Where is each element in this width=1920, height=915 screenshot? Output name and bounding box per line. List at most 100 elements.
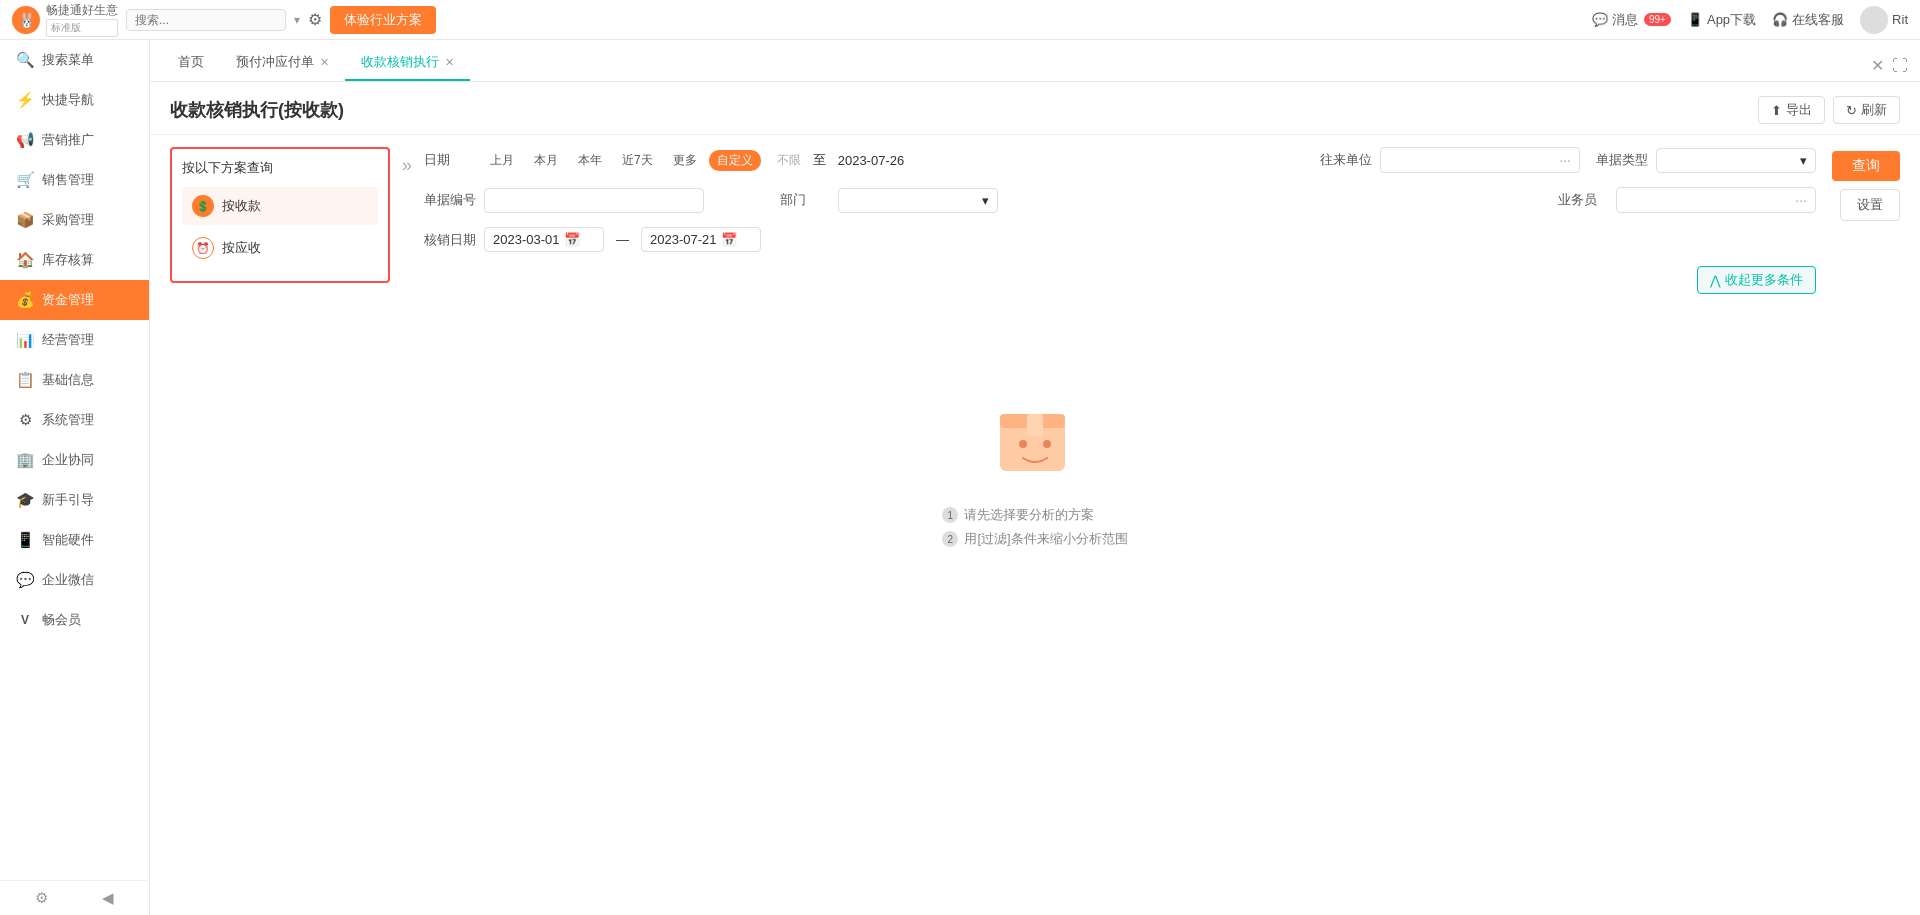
tab-expand-icon[interactable]: ⛶ xyxy=(1892,57,1908,75)
setting-button[interactable]: 设置 xyxy=(1840,189,1900,221)
sidebar-settings-icon[interactable]: ⚙ xyxy=(35,889,48,907)
settings-icon[interactable]: ⚙ xyxy=(308,10,322,29)
message-item[interactable]: 💬 消息 99+ xyxy=(1592,11,1671,29)
online-service-item[interactable]: 🎧 在线客服 xyxy=(1772,11,1844,29)
empty-state: 1 请先选择要分析的方案 2 用[过滤]条件来缩小分析范围 xyxy=(150,306,1920,634)
doc-number-field: 单据编号 xyxy=(424,188,704,213)
sidebar-item-hardware[interactable]: 📱 智能硬件 xyxy=(0,520,149,560)
refresh-icon: ↻ xyxy=(1846,103,1857,118)
partner-input[interactable]: ··· xyxy=(1380,147,1580,173)
sidebar-label: 搜索菜单 xyxy=(42,51,94,69)
search-input[interactable] xyxy=(126,9,286,31)
collapse-panel-btn[interactable]: » xyxy=(402,147,412,294)
hint-text-2: 用[过滤]条件来缩小分析范围 xyxy=(964,530,1127,548)
collapse-left-icon[interactable]: » xyxy=(402,155,412,175)
sidebar-item-member[interactable]: V 畅会员 xyxy=(0,600,149,640)
empty-illustration xyxy=(985,386,1085,486)
sidebar-item-quick-nav[interactable]: ⚡ 快捷导航 xyxy=(0,80,149,120)
tab-home[interactable]: 首页 xyxy=(162,45,220,81)
salesperson-dots-icon[interactable]: ··· xyxy=(1795,192,1807,208)
enterprise-icon: 🏢 xyxy=(16,451,34,469)
sidebar-item-sales[interactable]: 🛒 销售管理 xyxy=(0,160,149,200)
finance-icon: 💰 xyxy=(16,291,34,309)
hint-text-1: 请先选择要分析的方案 xyxy=(964,506,1094,524)
sidebar-collapse-icon[interactable]: ◀ xyxy=(102,889,114,907)
inventory-icon: 🏠 xyxy=(16,251,34,269)
dropdown-chevron-icon: ▾ xyxy=(1800,153,1807,168)
partner-dots-icon[interactable]: ··· xyxy=(1559,152,1571,168)
sidebar-item-system[interactable]: ⚙ 系统管理 xyxy=(0,400,149,440)
page-title: 收款核销执行(按收款) xyxy=(170,98,344,122)
tab-collection[interactable]: 收款核销执行 ✕ xyxy=(345,45,470,81)
writeoff-start-input[interactable]: 2023-03-01 📅 xyxy=(484,227,604,252)
date-this-year-btn[interactable]: 本年 xyxy=(570,150,610,171)
doc-number-label: 单据编号 xyxy=(424,191,476,209)
tab-collection-label: 收款核销执行 xyxy=(361,53,439,71)
logo-icon: 🐰 xyxy=(12,6,40,34)
doc-number-input[interactable] xyxy=(484,188,704,213)
tab-close-icon[interactable]: ✕ xyxy=(1871,56,1884,75)
system-icon: ⚙ xyxy=(16,411,34,429)
receipt-icon: 💲 xyxy=(192,195,214,217)
date-more-btn[interactable]: 更多 xyxy=(665,150,705,171)
date-buttons: 上月 本月 本年 近7天 更多 自定义 xyxy=(482,150,761,171)
writeoff-end-input[interactable]: 2023-07-21 📅 xyxy=(641,227,761,252)
industry-btn[interactable]: 体验行业方案 xyxy=(330,6,436,34)
dept-select[interactable]: ▾ xyxy=(838,188,998,213)
date-this-month-btn[interactable]: 本月 xyxy=(526,150,566,171)
writeoff-date-dash: — xyxy=(616,232,629,247)
doc-type-field: 单据类型 ▾ xyxy=(1596,148,1816,173)
tab-actions: ✕ ⛶ xyxy=(1871,56,1908,81)
sidebar-item-purchase[interactable]: 📦 采购管理 xyxy=(0,200,149,240)
export-icon: ⬆ xyxy=(1771,103,1782,118)
writeoff-date-field: 核销日期 2023-03-01 📅 — 2023-07-21 xyxy=(424,227,761,252)
tab-prepay-close-icon[interactable]: ✕ xyxy=(320,56,329,69)
date-7days-btn[interactable]: 近7天 xyxy=(614,150,661,171)
tab-prepay-label: 预付冲应付单 xyxy=(236,53,314,71)
purchase-icon: 📦 xyxy=(16,211,34,229)
page-inner: 收款核销执行(按收款) ⬆ 导出 ↻ 刷新 xyxy=(150,82,1920,915)
date-last-month-btn[interactable]: 上月 xyxy=(482,150,522,171)
calendar-end-icon[interactable]: 📅 xyxy=(721,232,737,247)
collapse-more-btn[interactable]: ⋀ 收起更多条件 xyxy=(1697,266,1816,294)
doc-type-select[interactable]: ▾ xyxy=(1656,148,1816,173)
tab-prepay[interactable]: 预付冲应付单 ✕ xyxy=(220,45,345,81)
date-custom-btn[interactable]: 自定义 xyxy=(709,150,761,171)
filter-row-2: 单据编号 部门 ▾ xyxy=(424,187,1816,213)
guide-icon: 🎓 xyxy=(16,491,34,509)
sidebar-item-guide[interactable]: 🎓 新手引导 xyxy=(0,480,149,520)
user-item[interactable]: Rit xyxy=(1860,6,1908,34)
sidebar-label: 企业协同 xyxy=(42,451,94,469)
sidebar-item-basic-info[interactable]: 📋 基础信息 xyxy=(0,360,149,400)
sidebar-item-marketing[interactable]: 📢 营销推广 xyxy=(0,120,149,160)
search-icon: 🔍 xyxy=(16,51,34,69)
svg-rect-4 xyxy=(1027,414,1043,436)
filter-option-by-receipt[interactable]: 💲 按收款 xyxy=(182,187,378,225)
sidebar-item-wechat[interactable]: 💬 企业微信 xyxy=(0,560,149,600)
sidebar-item-finance[interactable]: 💰 资金管理 xyxy=(0,280,149,320)
sidebar-item-search-menu[interactable]: 🔍 搜索菜单 xyxy=(0,40,149,80)
salesperson-input[interactable]: ··· xyxy=(1616,187,1816,213)
tabs: 首页 预付冲应付单 ✕ 收款核销执行 ✕ xyxy=(162,45,470,81)
dropdown-arrow-icon[interactable]: ▾ xyxy=(294,13,300,27)
receivable-icon: ⏰ xyxy=(192,237,214,259)
refresh-button[interactable]: ↻ 刷新 xyxy=(1833,96,1900,124)
app-download-item[interactable]: 📱 App下载 xyxy=(1687,11,1756,29)
collapse-row: ⋀ 收起更多条件 xyxy=(424,266,1816,294)
query-buttons: 查询 设置 xyxy=(1832,147,1900,221)
tab-collection-close-icon[interactable]: ✕ xyxy=(445,56,454,69)
filter-option-receivable-label: 按应收 xyxy=(222,239,261,257)
query-button[interactable]: 查询 xyxy=(1832,151,1900,181)
sidebar-item-inventory[interactable]: 🏠 库存核算 xyxy=(0,240,149,280)
filter-panel-title: 按以下方案查询 xyxy=(182,159,378,177)
empty-hints: 1 请先选择要分析的方案 2 用[过滤]条件来缩小分析范围 xyxy=(942,506,1127,554)
sidebar-item-enterprise[interactable]: 🏢 企业协同 xyxy=(0,440,149,480)
sidebar-item-operations[interactable]: 📊 经营管理 xyxy=(0,320,149,360)
tab-bar: 首页 预付冲应付单 ✕ 收款核销执行 ✕ ✕ ⛶ xyxy=(150,40,1920,82)
calendar-start-icon[interactable]: 📅 xyxy=(564,232,580,247)
topbar: 🐰 畅捷通好生意 标准版 ▾ ⚙ 体验行业方案 💬 消息 99+ 📱 App下载… xyxy=(0,0,1920,40)
filter-option-by-receivable[interactable]: ⏰ 按应收 xyxy=(182,229,378,267)
filter-row-1: 日期 上月 本月 本年 近7天 更多 自定义 xyxy=(424,147,1816,173)
export-button[interactable]: ⬆ 导出 xyxy=(1758,96,1825,124)
member-icon: V xyxy=(16,613,34,627)
